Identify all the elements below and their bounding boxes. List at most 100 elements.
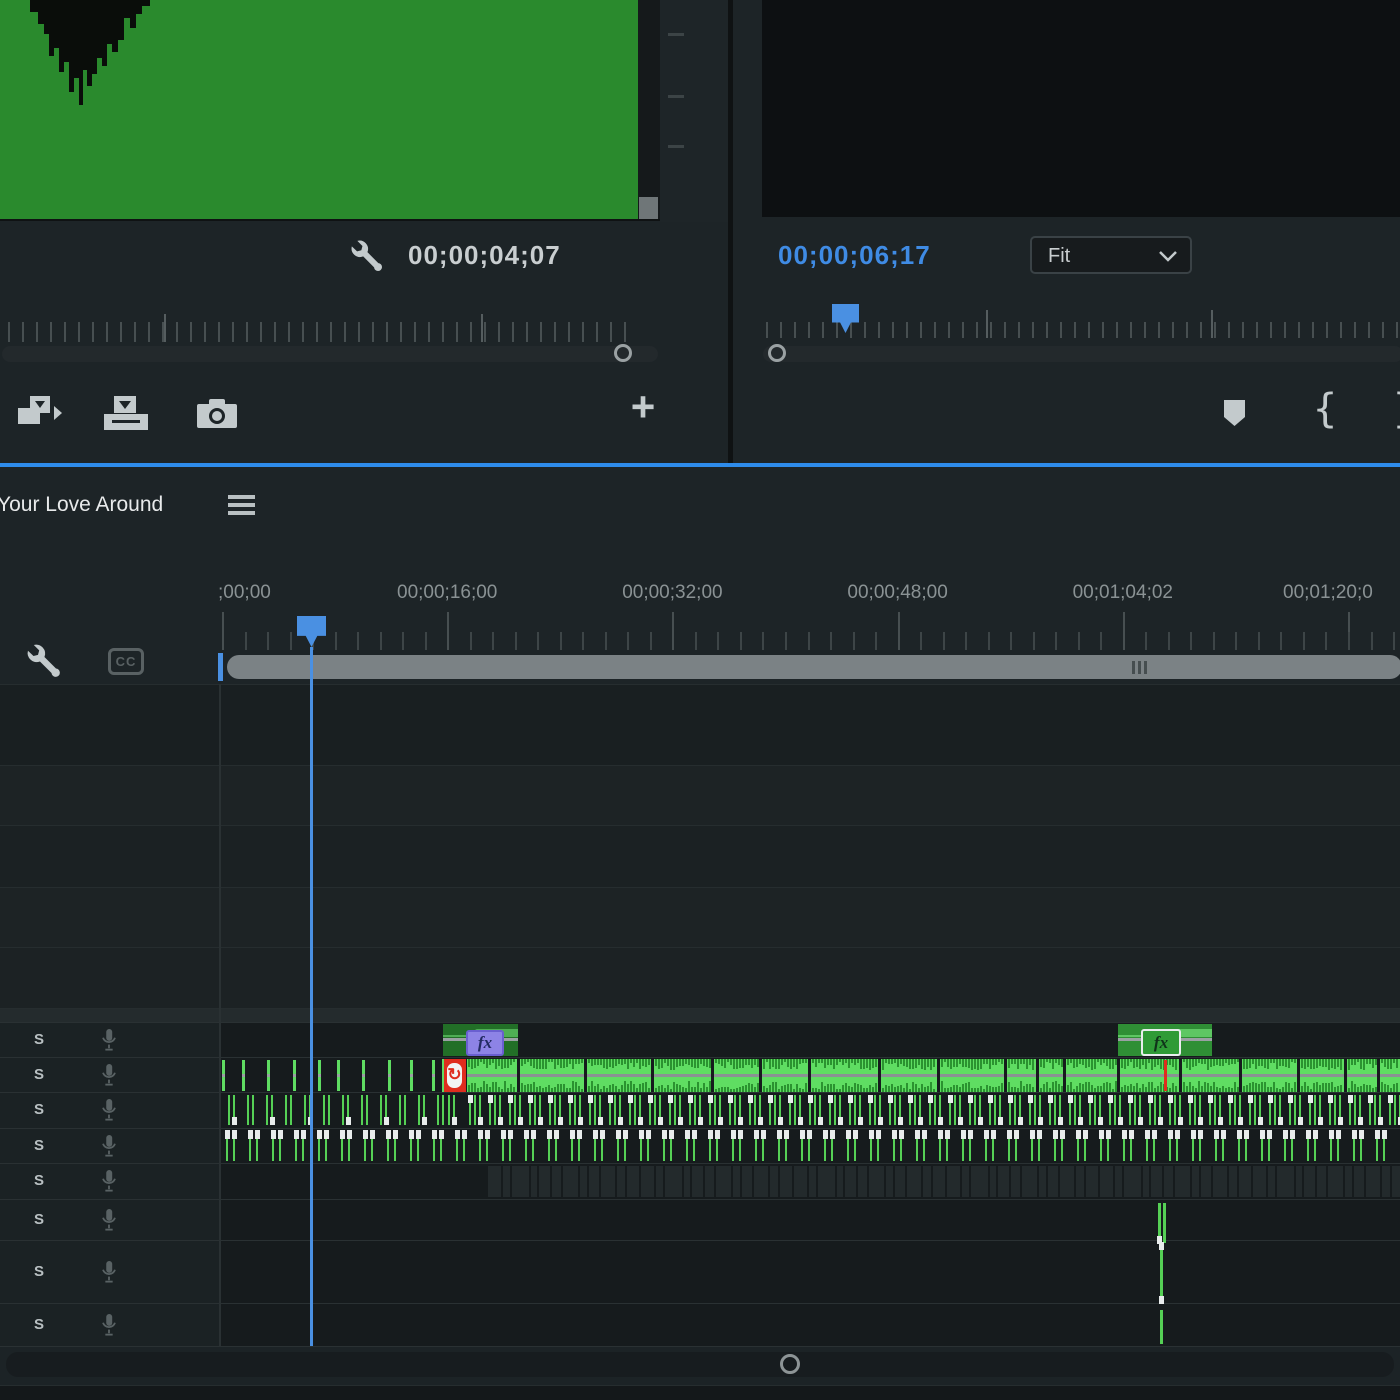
muted-clip-stripe[interactable]	[580, 1166, 587, 1197]
audio-clip-tick[interactable]	[874, 1095, 876, 1125]
muted-clip-stripe[interactable]	[539, 1166, 550, 1197]
audio-clip-waveform[interactable]	[940, 1059, 1004, 1092]
audio-clip-tick[interactable]	[1084, 1139, 1086, 1161]
audio-clip-tick[interactable]	[739, 1139, 741, 1161]
audio-clip-tick[interactable]	[1238, 1139, 1240, 1161]
audio-clip-tick[interactable]	[341, 1139, 343, 1161]
audio-clip-tick[interactable]	[1245, 1139, 1247, 1161]
audio-clip-tick[interactable]	[1094, 1095, 1096, 1125]
muted-clip-stripe[interactable]	[998, 1166, 1009, 1197]
audio-clip-tick[interactable]	[1107, 1139, 1109, 1161]
muted-clip-stripe[interactable]	[1115, 1166, 1122, 1197]
audio-clip-waveform[interactable]	[1039, 1059, 1063, 1092]
audio-clip-tick[interactable]	[1169, 1139, 1171, 1161]
audio-clip-tick[interactable]	[252, 1095, 254, 1125]
source-scrollbar-track[interactable]	[2, 346, 658, 362]
audio-clip-tick[interactable]	[755, 1139, 757, 1161]
audio-clip-tick[interactable]	[654, 1095, 656, 1125]
audio-clip-tick[interactable]	[318, 1139, 320, 1161]
muted-clip-stripe[interactable]	[869, 1166, 884, 1197]
muted-clip-stripe[interactable]	[837, 1166, 843, 1197]
audio-clip-tick[interactable]	[1031, 1139, 1033, 1161]
muted-clip-stripe[interactable]	[692, 1166, 703, 1197]
audio-clip-waveform[interactable]	[1066, 1059, 1117, 1092]
audio-clip-tick[interactable]	[634, 1095, 636, 1125]
audio-clip-tick[interactable]	[640, 1139, 642, 1161]
audio-clip-tick[interactable]	[571, 1139, 573, 1161]
muted-clip-stripe[interactable]	[641, 1166, 654, 1197]
audio-clip-tick[interactable]	[778, 1139, 780, 1161]
audio-clip-waveform[interactable]	[467, 1059, 517, 1092]
audio-clip-tick[interactable]	[348, 1139, 350, 1161]
audio-clip-tick[interactable]	[1353, 1139, 1355, 1161]
audio-clip-tick[interactable]	[437, 1095, 439, 1125]
source-time-ruler[interactable]	[0, 310, 734, 346]
audio-clip-tick[interactable]	[674, 1095, 676, 1125]
audio-clip-tick[interactable]	[1114, 1095, 1116, 1125]
muted-clip-stripe[interactable]	[627, 1166, 639, 1197]
muted-clip-stripe[interactable]	[971, 1166, 988, 1197]
muted-clip-stripe[interactable]	[1354, 1166, 1364, 1197]
audio-clip-tick[interactable]	[946, 1139, 948, 1161]
audio-clip-tick[interactable]	[534, 1095, 536, 1125]
audio-clip-tick[interactable]	[670, 1139, 672, 1161]
audio-clip-tick[interactable]	[774, 1095, 776, 1125]
audio-clip-tick[interactable]	[272, 1139, 274, 1161]
audio-clip-tick[interactable]	[494, 1095, 496, 1125]
audio-clip-tick[interactable]	[686, 1139, 688, 1161]
audio-clip-tick[interactable]	[923, 1139, 925, 1161]
audio-clip-tick[interactable]	[290, 1095, 292, 1125]
audio-clip-tick[interactable]	[1130, 1139, 1132, 1161]
audio-clip-tick[interactable]	[502, 1139, 504, 1161]
audio-clip-tick[interactable]	[824, 1139, 826, 1161]
audio-clip-tick[interactable]	[894, 1095, 896, 1125]
audio-clip-waveform[interactable]	[1347, 1059, 1377, 1092]
audio-clip-tick[interactable]	[1376, 1139, 1378, 1161]
audio-clip-tick[interactable]	[387, 1139, 389, 1161]
muted-clip-stripe[interactable]	[1022, 1166, 1037, 1197]
audio-clip-tick[interactable]	[1034, 1095, 1036, 1125]
audio-clip-tick[interactable]	[1134, 1095, 1136, 1125]
fx-badge[interactable]: fx	[1141, 1029, 1181, 1056]
audio-clip-tick[interactable]	[304, 1095, 306, 1125]
muted-clip-stripe[interactable]	[1345, 1166, 1352, 1197]
timeline-h-scroll-handle[interactable]	[780, 1354, 800, 1374]
audio-clip-tick[interactable]	[1215, 1139, 1217, 1161]
audio-clip-tick[interactable]	[328, 1095, 330, 1125]
audio-clip-tick[interactable]	[732, 1139, 734, 1161]
audio-clip-tick[interactable]	[1334, 1095, 1336, 1125]
audio-clip-tick[interactable]	[548, 1139, 550, 1161]
audio-clip-tick[interactable]	[380, 1095, 382, 1125]
audio-clip-tick[interactable]	[1354, 1095, 1356, 1125]
audio-clip-waveform[interactable]	[654, 1059, 711, 1092]
audio-clip-waveform[interactable]	[1120, 1059, 1179, 1092]
export-frame-button[interactable]	[195, 396, 239, 430]
audio-clip-tick[interactable]	[854, 1139, 856, 1161]
audio-clip-tick[interactable]	[754, 1095, 756, 1125]
audio-clip-tick[interactable]	[532, 1139, 534, 1161]
audio-clip-tick[interactable]	[554, 1095, 556, 1125]
muted-clip-stripe[interactable]	[1039, 1166, 1046, 1197]
audio-clip-tick[interactable]	[323, 1095, 325, 1125]
muted-clip-stripe[interactable]	[684, 1166, 690, 1197]
audio-clip-tick[interactable]	[1160, 1250, 1163, 1296]
muted-clip-stripe[interactable]	[794, 1166, 807, 1197]
audio-clip-tick[interactable]	[1158, 1203, 1161, 1236]
audio-clip-tick[interactable]	[1330, 1139, 1332, 1161]
muted-clip-stripe[interactable]	[1175, 1166, 1190, 1197]
audio-clip-tick[interactable]	[448, 1095, 450, 1125]
muted-clip-stripe[interactable]	[886, 1166, 893, 1197]
audio-clip-tick[interactable]	[1284, 1139, 1286, 1161]
audio-clip-tick[interactable]	[1214, 1095, 1216, 1125]
audio-clip-waveform[interactable]	[1300, 1059, 1344, 1092]
add-marker-button[interactable]	[1222, 398, 1247, 426]
audio-clip-tick[interactable]	[1061, 1139, 1063, 1161]
audio-clip-tick[interactable]	[808, 1139, 810, 1161]
muted-clip-stripe[interactable]	[512, 1166, 529, 1197]
timeline-h-scrollbar-track[interactable]	[6, 1352, 1394, 1377]
muted-clip-stripe[interactable]	[617, 1166, 625, 1197]
audio-clip-tick[interactable]	[1008, 1139, 1010, 1161]
audio-clip-tick[interactable]	[614, 1095, 616, 1125]
audio-clip-tick[interactable]	[1383, 1139, 1385, 1161]
muted-clip-stripe[interactable]	[1317, 1166, 1326, 1197]
